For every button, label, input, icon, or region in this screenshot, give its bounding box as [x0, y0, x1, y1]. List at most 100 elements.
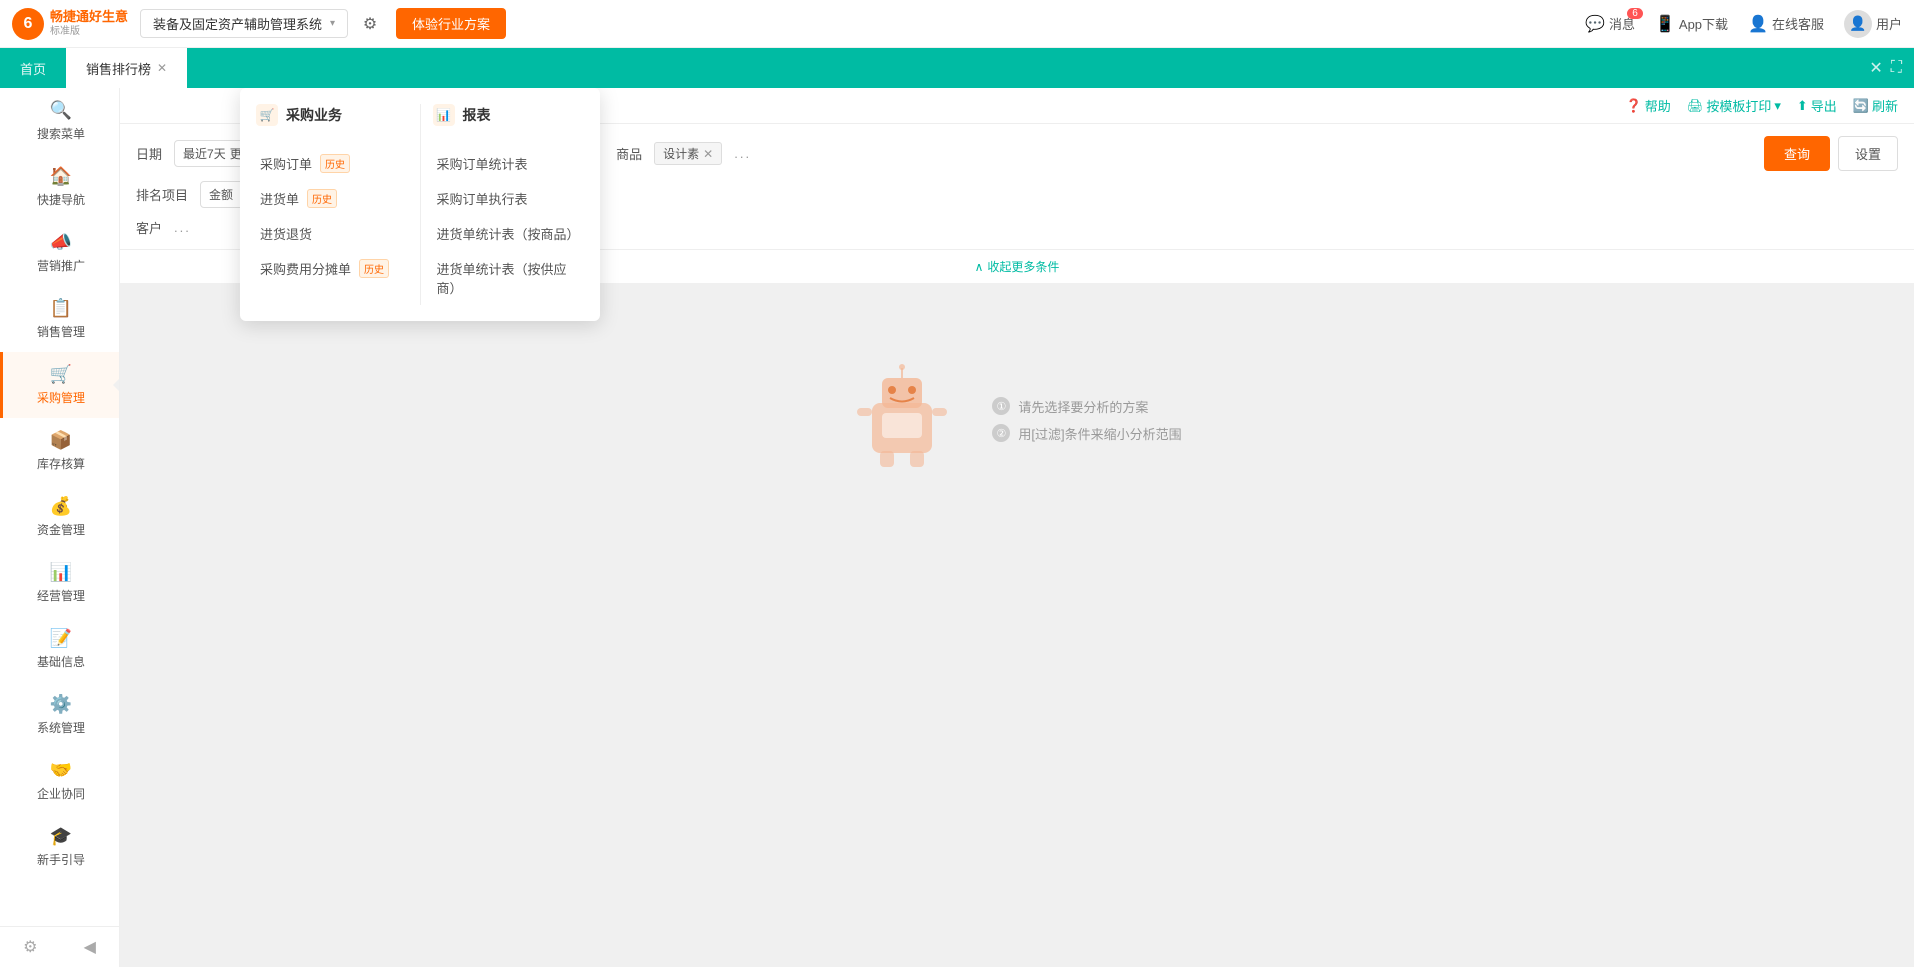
print-template-action[interactable]: 🖨 按模板打印 ▾ [1687, 96, 1781, 115]
system-icon: ⚙️ [50, 694, 72, 715]
logo-text: 畅捷通好生意 标准版 [50, 9, 128, 39]
message-action[interactable]: 💬 6 消息 [1585, 14, 1635, 34]
dropdown-item-inbound-stat-goods[interactable]: 进货单统计表（按商品） [433, 216, 585, 251]
history-badge-2: 历史 [307, 189, 337, 208]
sidebar-item-search[interactable]: 🔍 搜索菜单 [0, 88, 119, 154]
history-badge-1: 历史 [320, 154, 350, 173]
export-icon: ⬆ [1797, 98, 1808, 114]
user-action[interactable]: 👤 用户 [1844, 10, 1902, 38]
help-label: 帮助 [1645, 96, 1671, 115]
refresh-action[interactable]: 🔄 刷新 [1853, 96, 1898, 115]
sidebar-item-inventory[interactable]: 📦 库存核算 [0, 418, 119, 484]
app-download-action[interactable]: 📱 App下载 [1655, 14, 1728, 34]
print-icon: 🖨 [1687, 98, 1704, 114]
basic-icon: 📝 [50, 628, 72, 649]
sidebar-item-operation[interactable]: 📊 经营管理 [0, 550, 119, 616]
purchase-expense-label: 采购费用分摊单 [260, 259, 351, 278]
dropdown-item-purchase-order-exec[interactable]: 采购订单执行表 [433, 181, 585, 216]
sidebar-label-search: 搜索菜单 [37, 125, 85, 142]
sidebar-label-basic: 基础信息 [37, 653, 85, 670]
sidebar-label-operation: 经营管理 [37, 587, 85, 604]
empty-content: ① 请先选择要分析的方案 ② 用[过滤]条件来缩小分析范围 [852, 363, 1181, 476]
sidebar-collapse-icon[interactable]: ◀ [84, 937, 96, 957]
tab-sales-rank-label: 销售排行榜 [86, 59, 151, 78]
report-col: 📊 报表 采购订单统计表 采购订单执行表 进货单统计表（按商品） 进货单统计表（… [433, 104, 585, 305]
goods-more-dots[interactable]: ... [734, 146, 751, 161]
refresh-icon: 🔄 [1853, 98, 1869, 114]
purchase-col-title: 🛒 采购业务 [256, 104, 408, 134]
customer-label: 客户 [136, 218, 162, 237]
inbound-stat-supplier-label: 进货单统计表（按供应商） [437, 259, 581, 297]
tip-num-1: ① [992, 397, 1010, 415]
sidebar-item-finance[interactable]: 💰 资金管理 [0, 484, 119, 550]
query-button[interactable]: 查询 [1764, 136, 1830, 171]
tab-bar: 首页 销售排行榜 ✕ ✕ ⛶ [0, 48, 1914, 88]
purchase-order-exec-label: 采购订单执行表 [437, 189, 528, 208]
goods-tag-value: 设计素 [663, 145, 699, 162]
sidebar-item-marketing[interactable]: 📣 营销推广 [0, 220, 119, 286]
refresh-label: 刷新 [1872, 96, 1898, 115]
collapse-up-icon: ∧ [975, 260, 984, 274]
sidebar: 🔍 搜索菜单 🏠 快捷导航 📣 营销推广 📋 销售管理 🛒 采购管理 📦 库存核… [0, 88, 120, 967]
sidebar-item-purchase[interactable]: 🛒 采购管理 [0, 352, 119, 418]
sidebar-settings-icon[interactable]: ⚙ [23, 937, 37, 957]
date-label: 日期 [136, 144, 162, 163]
settings-icon-btn[interactable]: ⚙ [356, 10, 384, 38]
system-selector[interactable]: 装备及固定资产辅助管理系统 ▾ [140, 9, 348, 38]
app-download-label: App下载 [1679, 14, 1728, 33]
inbound-return-label: 进货退货 [260, 224, 312, 243]
tab-home-label: 首页 [20, 59, 46, 78]
main-layout: 🔍 搜索菜单 🏠 快捷导航 📣 营销推广 📋 销售管理 🛒 采购管理 📦 库存核… [0, 88, 1914, 967]
sidebar-label-marketing: 营销推广 [37, 257, 85, 274]
empty-robot-illustration [852, 363, 952, 476]
tab-sales-rank[interactable]: 销售排行榜 ✕ [66, 48, 187, 88]
goods-tag-remove-icon[interactable]: ✕ [703, 147, 713, 161]
top-header: 6 畅捷通好生意 标准版 装备及固定资产辅助管理系统 ▾ ⚙ 体验行业方案 💬 … [0, 0, 1914, 48]
tab-right-actions: ✕ ⛶ [1869, 58, 1914, 78]
inbound-label: 进货单 [260, 189, 299, 208]
sidebar-item-sales[interactable]: 📋 销售管理 [0, 286, 119, 352]
inventory-icon: 📦 [50, 430, 72, 451]
home-icon: 🏠 [50, 166, 72, 187]
salesperson-area: ... [423, 187, 1898, 202]
dropdown-item-inbound[interactable]: 进货单 历史 [256, 181, 408, 216]
sidebar-item-guide[interactable]: 🎓 新手引导 [0, 814, 119, 880]
industry-button[interactable]: 体验行业方案 [396, 8, 506, 39]
tab-maximize-icon[interactable]: ⛶ [1891, 59, 1902, 77]
report-col-label: 报表 [463, 105, 491, 125]
tab-home[interactable]: 首页 [0, 48, 66, 88]
sidebar-item-enterprise[interactable]: 🤝 企业协同 [0, 748, 119, 814]
finance-icon: 💰 [50, 496, 72, 517]
sidebar-item-basic[interactable]: 📝 基础信息 [0, 616, 119, 682]
purchase-col-label: 采购业务 [286, 105, 342, 125]
collapse-text: 收起更多条件 [987, 258, 1059, 275]
dropdown-item-purchase-order-stat[interactable]: 采购订单统计表 [433, 146, 585, 181]
sidebar-label-purchase: 采购管理 [37, 389, 85, 406]
online-service-action[interactable]: 👤 在线客服 [1748, 14, 1824, 34]
purchase-order-label: 采购订单 [260, 154, 312, 173]
customer-more-dots[interactable]: ... [174, 220, 191, 235]
tab-close-icon[interactable]: ✕ [157, 61, 167, 75]
export-label: 导出 [1811, 96, 1837, 115]
set-button[interactable]: 设置 [1838, 136, 1898, 171]
sidebar-item-system[interactable]: ⚙️ 系统管理 [0, 682, 119, 748]
sidebar-label-quick-nav: 快捷导航 [37, 191, 85, 208]
export-action[interactable]: ⬆ 导出 [1797, 96, 1837, 115]
date-recent-label: 最近7天 [183, 145, 226, 162]
dropdown-item-purchase-order[interactable]: 采购订单 历史 [256, 146, 408, 181]
report-col-icon: 📊 [433, 104, 455, 126]
purchase-icon: 🛒 [50, 364, 72, 385]
print-chevron-icon: ▾ [1774, 98, 1781, 114]
goods-tag[interactable]: 设计素 ✕ [654, 142, 722, 165]
system-name-label: 装备及固定资产辅助管理系统 [153, 14, 322, 33]
dropdown-item-purchase-expense[interactable]: 采购费用分摊单 历史 [256, 251, 408, 286]
tab-close-window-icon[interactable]: ✕ [1869, 58, 1882, 78]
dropdown-item-inbound-return[interactable]: 进货退货 [256, 216, 408, 251]
empty-state: ① 请先选择要分析的方案 ② 用[过滤]条件来缩小分析范围 [120, 283, 1914, 556]
sidebar-label-system: 系统管理 [37, 719, 85, 736]
sidebar-item-quick-nav[interactable]: 🏠 快捷导航 [0, 154, 119, 220]
purchase-col-icon: 🛒 [256, 104, 278, 126]
sidebar-bottom: ⚙ ◀ [0, 926, 119, 967]
help-action[interactable]: ❓ 帮助 [1626, 96, 1671, 115]
dropdown-item-inbound-stat-supplier[interactable]: 进货单统计表（按供应商） [433, 251, 585, 305]
